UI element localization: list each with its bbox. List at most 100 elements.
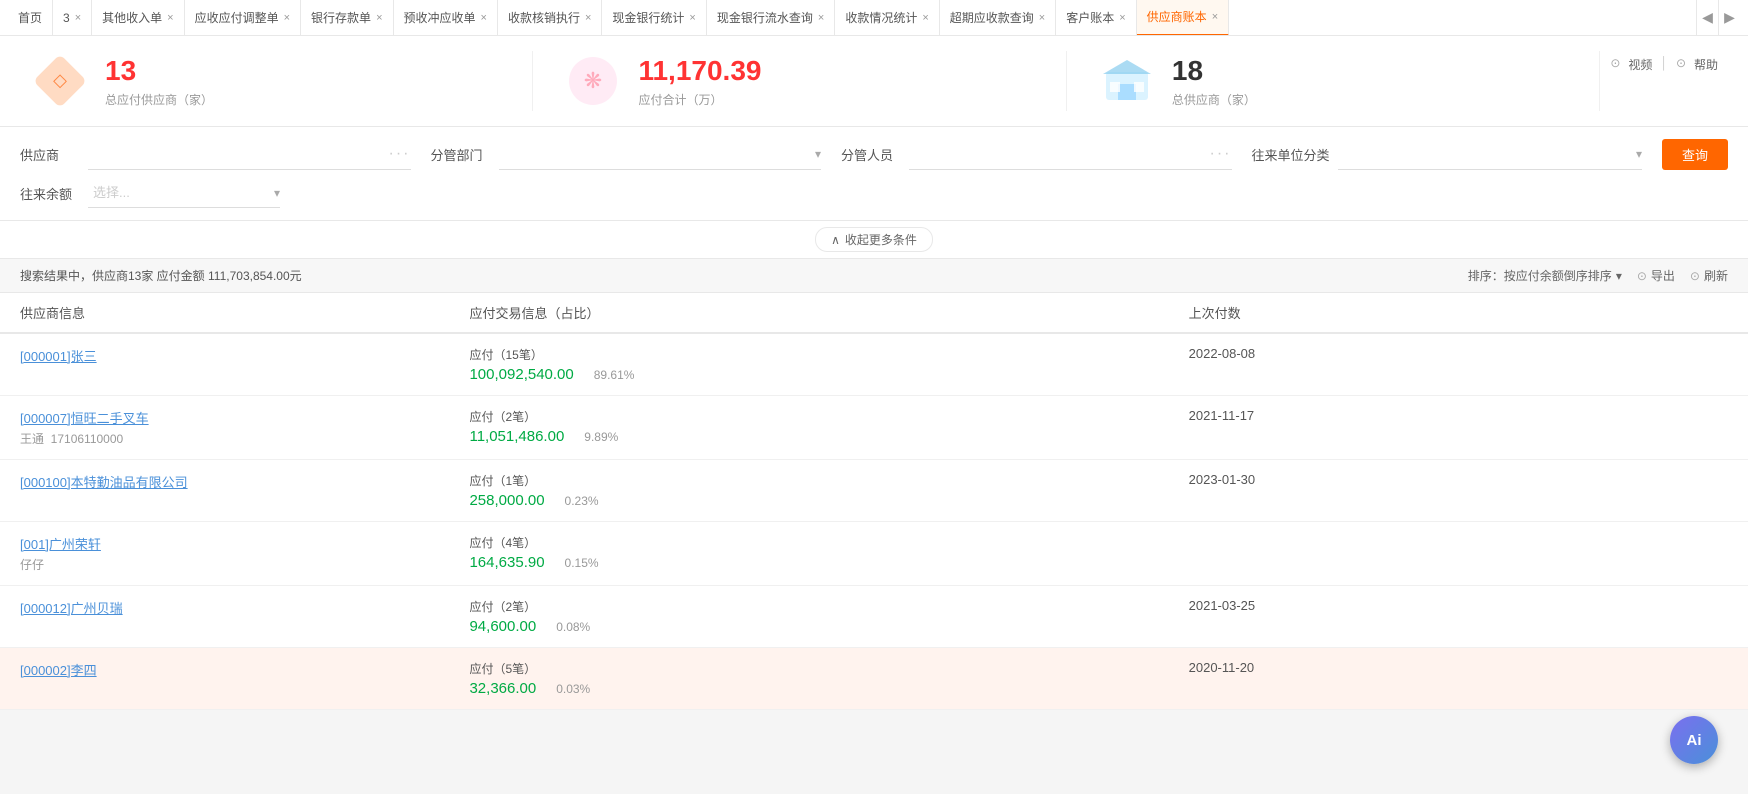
supplier-cell-001: [001]广州荣轩 仔仔: [20, 534, 469, 573]
ai-button[interactable]: Ai: [1670, 716, 1718, 764]
last-pay-date-000001: 2022-08-08: [1189, 346, 1256, 361]
filter-dept: 分管部门 ▾: [431, 140, 822, 170]
filter-supplier: 供应商 ···: [20, 140, 411, 170]
filter-row-2: 往来余额 ▾: [20, 178, 1728, 208]
sort-chevron-down-icon: ▾: [1616, 269, 1622, 283]
nav-tab-bank-deposit[interactable]: 银行存款单 ×: [301, 0, 393, 36]
close-icon[interactable]: ×: [481, 12, 487, 24]
nav-tab-collect-stat[interactable]: 收款情况统计 ×: [835, 0, 939, 36]
trans-percent-000012: 0.08%: [556, 620, 590, 634]
close-icon[interactable]: ×: [167, 12, 173, 24]
supplier-link-000002[interactable]: [000002]李四: [20, 660, 469, 679]
filter-area: 供应商 ··· 分管部门 ▾ 分管人员 ··· 往来单位分类: [0, 127, 1748, 221]
category-chevron-down-icon[interactable]: ▾: [1636, 147, 1642, 161]
last-pay-cell-000002: 2020-11-20: [1189, 660, 1728, 675]
supplier-link-000012[interactable]: [000012]广州贝瑞: [20, 598, 469, 617]
trans-amount-000012[interactable]: 94,600.00: [469, 618, 536, 635]
nav-tab-cash-bank-stat[interactable]: 现金银行统计 ×: [602, 0, 706, 36]
nav-tab-overdue-query[interactable]: 超期应收款查询 ×: [940, 0, 1056, 36]
supplier-cell-000007: [000007]恒旺二手叉车 王通 17106110000: [20, 408, 469, 447]
trans-percent-000002: 0.03%: [556, 682, 590, 696]
person-filter-label: 分管人员: [841, 145, 901, 164]
supplier-cell-000100: [000100]本特勤油品有限公司: [20, 472, 469, 491]
nav-prev-arrow[interactable]: ◀: [1696, 0, 1718, 36]
query-button[interactable]: 查询: [1662, 139, 1728, 170]
summary-payable-amount-text: 11,170.39 应付合计（万）: [638, 54, 761, 109]
filter-balance: 往来余额 ▾: [20, 178, 280, 208]
close-icon[interactable]: ×: [922, 12, 928, 24]
nav-tab-bank-deposit-label: 银行存款单: [311, 9, 371, 26]
last-pay-date-000002: 2020-11-20: [1189, 660, 1255, 675]
collapse-button-label: 收起更多条件: [845, 231, 917, 248]
refresh-icon: ⊙: [1690, 269, 1700, 283]
trans-label-000012: 应付（2笔）: [469, 598, 1188, 615]
help-link[interactable]: 帮助: [1694, 56, 1718, 73]
nav-tab-prepay-collect[interactable]: 预收冲应收单 ×: [394, 0, 498, 36]
nav-tab-cash-bank-flow[interactable]: 现金银行流水查询 ×: [707, 0, 835, 36]
close-icon[interactable]: ×: [1212, 11, 1218, 23]
balance-chevron-down-icon[interactable]: ▾: [274, 186, 280, 200]
person-input[interactable]: [909, 139, 1210, 169]
close-icon[interactable]: ×: [284, 12, 290, 24]
refresh-button[interactable]: ⊙ 刷新: [1690, 267, 1728, 284]
close-icon[interactable]: ×: [689, 12, 695, 24]
table-row: [000007]恒旺二手叉车 王通 17106110000 应付（2笔） 11,…: [0, 396, 1748, 460]
trans-label-001: 应付（4笔）: [469, 534, 1188, 551]
nav-tab-3[interactable]: 3 ×: [53, 0, 92, 36]
total-suppliers-number: 18: [1172, 54, 1256, 88]
close-icon[interactable]: ×: [376, 12, 382, 24]
chevron-up-icon: ∧: [831, 233, 840, 247]
close-icon[interactable]: ×: [1119, 12, 1125, 24]
nav-tab-supplier-acct[interactable]: 供应商账本 ×: [1137, 0, 1229, 36]
nav-tab-home[interactable]: 首页: [8, 0, 53, 36]
supplier-cell-000012: [000012]广州贝瑞: [20, 598, 469, 617]
video-link[interactable]: 视频: [1628, 56, 1652, 73]
nav-tab-other-income[interactable]: 其他收入单 ×: [92, 0, 184, 36]
supplier-input[interactable]: [88, 139, 389, 169]
result-actions: 排序：按应付余额倒序排序 ▾ ⊙ 导出 ⊙ 刷新: [1468, 267, 1728, 284]
trans-amount-000007[interactable]: 11,051,486.00: [469, 428, 564, 445]
category-input[interactable]: [1338, 139, 1636, 169]
trans-amount-001[interactable]: 164,635.90: [469, 554, 544, 571]
close-icon[interactable]: ×: [585, 12, 591, 24]
nav-tab-ap-adjust[interactable]: 应收应付调整单 ×: [185, 0, 301, 36]
balance-filter-label: 往来余额: [20, 184, 80, 203]
sort-label: 排序：按应付余额倒序排序: [1468, 267, 1612, 284]
supplier-link-001[interactable]: [001]广州荣轩: [20, 534, 469, 553]
table-row: [000012]广州贝瑞 应付（2笔） 94,600.00 0.08% 2021…: [0, 586, 1748, 648]
collapse-button[interactable]: ∧ 收起更多条件: [815, 227, 933, 252]
supplier-link-000100[interactable]: [000100]本特勤油品有限公司: [20, 472, 469, 491]
last-pay-cell-000007: 2021-11-17: [1189, 408, 1728, 423]
trans-amount-000001[interactable]: 100,092,540.00: [469, 366, 573, 383]
total-payable-suppliers-label: 总应付供应商（家）: [105, 91, 213, 108]
nav-tab-supplier-acct-label: 供应商账本: [1147, 8, 1207, 25]
dept-input[interactable]: [499, 139, 815, 169]
summary-bar: ◇ 13 总应付供应商（家） ❋ 11,170.39 应付合计（万）: [0, 36, 1748, 127]
transaction-cell-000012: 应付（2笔） 94,600.00 0.08%: [469, 598, 1188, 635]
export-button[interactable]: ⊙ 导出: [1637, 267, 1675, 284]
transaction-cell-000001: 应付（15笔） 100,092,540.00 89.61%: [469, 346, 1188, 383]
person-more-icon[interactable]: ···: [1210, 145, 1232, 163]
table-row: [000001]张三 应付（15笔） 100,092,540.00 89.61%…: [0, 334, 1748, 396]
nav-tab-customer-acct[interactable]: 客户账本 ×: [1056, 0, 1136, 36]
close-icon[interactable]: ×: [818, 12, 824, 24]
nav-tab-collect-verify[interactable]: 收款核销执行 ×: [498, 0, 602, 36]
nav-next-arrow[interactable]: ▶: [1718, 0, 1740, 36]
diamond-icon: ◇: [30, 51, 90, 111]
nav-tab-prepay-collect-label: 预收冲应收单: [404, 9, 476, 26]
supplier-link-000007[interactable]: [000007]恒旺二手叉车: [20, 408, 469, 427]
supplier-link-000001[interactable]: [000001]张三: [20, 346, 469, 365]
sort-select[interactable]: 排序：按应付余额倒序排序 ▾: [1468, 267, 1622, 284]
dept-chevron-down-icon[interactable]: ▾: [815, 147, 821, 161]
close-icon[interactable]: ×: [1039, 12, 1045, 24]
data-table: 供应商信息 应付交易信息（占比） 上次付数 [000001]张三 应付（15笔）…: [0, 293, 1748, 710]
circle-icon: ⊙: [1610, 56, 1620, 70]
balance-input[interactable]: [88, 178, 274, 208]
export-icon: ⊙: [1637, 269, 1647, 283]
close-icon[interactable]: ×: [75, 12, 81, 24]
last-pay-cell-000012: 2021-03-25: [1189, 598, 1728, 613]
supplier-more-icon[interactable]: ···: [389, 145, 411, 163]
trans-amount-000002[interactable]: 32,366.00: [469, 680, 536, 697]
trans-percent-000100: 0.23%: [565, 494, 599, 508]
trans-amount-000100[interactable]: 258,000.00: [469, 492, 544, 509]
